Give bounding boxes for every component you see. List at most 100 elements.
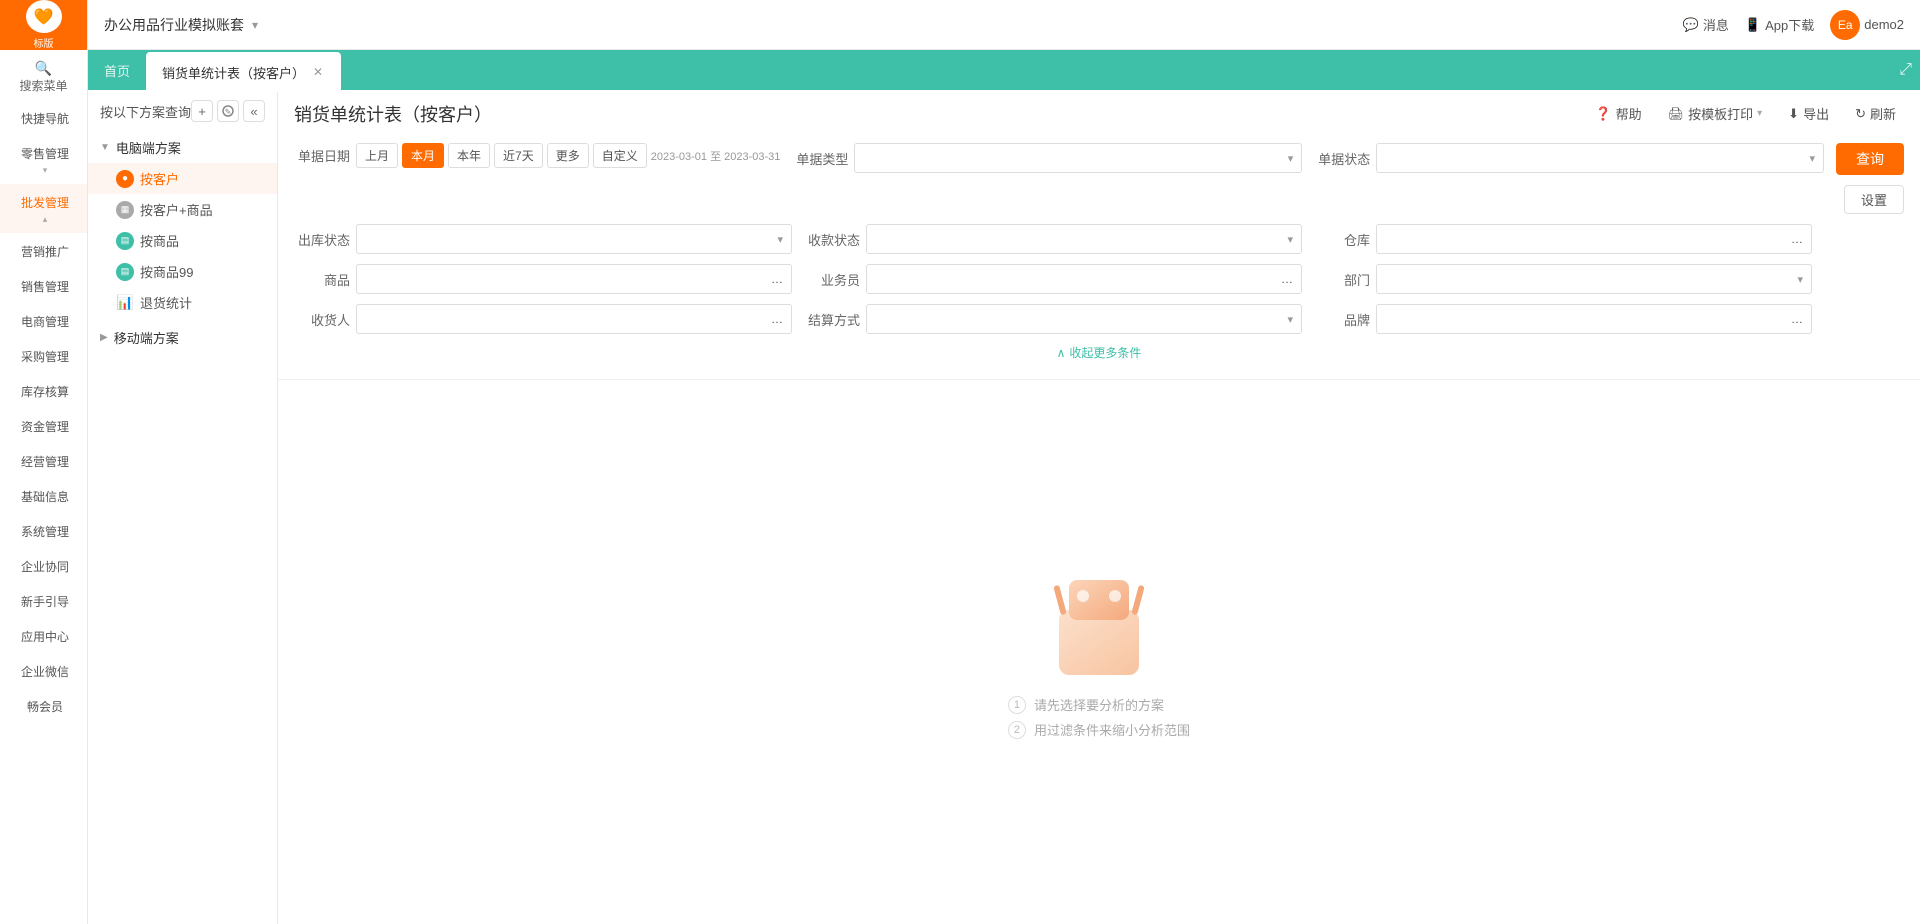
sidebar-item-operations[interactable]: 经营管理	[0, 443, 87, 478]
doc-type-select[interactable]: ▾	[854, 143, 1302, 173]
sidebar-item-shortcut[interactable]: 快捷导航	[0, 100, 87, 135]
header-left: 办公用品行业模拟账套 ▾	[104, 15, 258, 35]
scheme-group-desktop-label: 电脑端方案	[116, 138, 181, 157]
sidebar-item-newbie[interactable]: 新手引导	[0, 583, 87, 618]
sidebar-item-marketing[interactable]: 营销推广	[0, 233, 87, 268]
product-input[interactable]: …	[356, 264, 792, 294]
scheme-item-by-product-99[interactable]: ▤ 按商品99	[88, 256, 277, 287]
receipt-status-select[interactable]: ▾	[866, 224, 1302, 254]
doc-status-label: 单据状态	[1314, 149, 1370, 168]
avatar[interactable]: Ea	[1830, 10, 1860, 40]
search-menu[interactable]: 🔍 搜索菜单	[0, 50, 87, 100]
empty-tip-1: 1 请先选择要分析的方案	[1008, 695, 1190, 714]
query-btn-group: 查询 设置	[1836, 143, 1904, 214]
message-action[interactable]: 💬 消息	[1683, 15, 1729, 34]
scheme-item-by-customer-product[interactable]: ▦ 按客户+商品	[88, 194, 277, 225]
scheme-edit-btn[interactable]: ✎	[217, 100, 239, 122]
settlement-label: 结算方式	[804, 310, 860, 329]
app-download-action[interactable]: 📱 App下载	[1745, 15, 1814, 34]
top-header: 办公用品行业模拟账套 ▾ 💬 消息 📱 App下载 Ea demo2	[88, 0, 1920, 50]
scheme-item-by-customer[interactable]: ● 按客户	[88, 163, 277, 194]
brand-input[interactable]: …	[1376, 304, 1812, 334]
sidebar-item-finance[interactable]: 资金管理	[0, 408, 87, 443]
department-chevron: ▾	[1797, 273, 1803, 286]
message-icon: 💬	[1683, 17, 1699, 33]
main-area: 办公用品行业模拟账套 ▾ 💬 消息 📱 App下载 Ea demo2 首页	[88, 0, 1920, 924]
sidebar-item-enterprise[interactable]: 企业协同	[0, 548, 87, 583]
tab-close-icon[interactable]: ✕	[311, 63, 325, 81]
print-btn[interactable]: 🖨 按模板打印 ▾	[1660, 100, 1771, 127]
scheme-add-btn[interactable]: +	[191, 100, 213, 122]
svg-text:✎: ✎	[225, 108, 232, 117]
out-status-select[interactable]: ▾	[356, 224, 792, 254]
sidebar-item-system[interactable]: 系统管理	[0, 513, 87, 548]
scheme-item-icon-customer-product: ▦	[116, 201, 134, 219]
receiver-input[interactable]: …	[356, 304, 792, 334]
empty-state: 1 请先选择要分析的方案 2 用过滤条件来缩小分析范围	[278, 380, 1920, 924]
app-download-icon: 📱	[1745, 17, 1761, 33]
date-btn-this-month[interactable]: 本月	[402, 143, 444, 168]
department-select[interactable]: ▾	[1376, 264, 1812, 294]
scheme-item-by-product[interactable]: ▤ 按商品	[88, 225, 277, 256]
date-btn-last-month[interactable]: 上月	[356, 143, 398, 168]
page-title-bar: 销货单统计表（按客户） ❓ 帮助 🖨 按模板打印 ▾ ⬇ 导出	[278, 90, 1920, 131]
date-btn-more[interactable]: 更多	[547, 143, 589, 168]
sidebar: 🧡 标版 🔍 搜索菜单 快捷导航 零售管理 ▾ 批发管理 ▴ 营销推广 销售管理…	[0, 0, 88, 924]
sidebar-item-purchase[interactable]: 采购管理	[0, 338, 87, 373]
product-dots[interactable]: …	[771, 272, 783, 286]
receiver-dots[interactable]: …	[771, 312, 783, 326]
salesperson-dots[interactable]: …	[1281, 272, 1293, 286]
sidebar-item-member[interactable]: 畅会员	[0, 688, 87, 723]
sidebar-item-wholesale[interactable]: 批发管理 ▴	[0, 184, 87, 233]
logo-text: 标版	[34, 35, 54, 50]
sidebar-item-inventory[interactable]: 库存核算	[0, 373, 87, 408]
query-button[interactable]: 查询	[1836, 143, 1904, 175]
user-action[interactable]: Ea demo2	[1830, 10, 1904, 40]
date-btn-last-7[interactable]: 近7天	[494, 143, 543, 168]
export-btn[interactable]: ⬇ 导出	[1780, 100, 1837, 127]
refresh-btn[interactable]: ↻ 刷新	[1847, 100, 1904, 127]
scheme-group-mobile-header[interactable]: ▶ 移动端方案	[88, 322, 277, 353]
help-icon: ❓	[1595, 106, 1611, 122]
print-icon: 🖨	[1668, 106, 1685, 122]
date-btn-custom[interactable]: 自定义	[593, 143, 647, 168]
scheme-panel-title: 按以下方案查询	[100, 102, 191, 121]
warehouse-label: 仓库	[1314, 230, 1370, 249]
salesperson-label: 业务员	[804, 270, 860, 289]
settlement-select[interactable]: ▾	[866, 304, 1302, 334]
salesperson-input[interactable]: …	[866, 264, 1302, 294]
scheme-item-by-customer-product-label: 按客户+商品	[140, 200, 213, 219]
scheme-item-return-stats[interactable]: 📊 退货统计	[88, 287, 277, 318]
date-btn-this-year[interactable]: 本年	[448, 143, 490, 168]
illustration-arm-right	[1131, 585, 1145, 616]
tab-bar: 首页 销货单统计表（按客户） ✕ ⤢	[88, 50, 1920, 90]
right-content: 销货单统计表（按客户） ❓ 帮助 🖨 按模板打印 ▾ ⬇ 导出	[278, 90, 1920, 924]
print-dropdown-icon[interactable]: ▾	[1757, 108, 1762, 119]
warehouse-input[interactable]: …	[1376, 224, 1812, 254]
sidebar-item-basic[interactable]: 基础信息	[0, 478, 87, 513]
sidebar-item-ecom[interactable]: 电商管理	[0, 303, 87, 338]
collapse-bar[interactable]: ∧ 收起更多条件	[294, 338, 1904, 367]
tab-maximize-icon[interactable]: ⤢	[1899, 61, 1912, 79]
tab-sales-stats[interactable]: 销货单统计表（按客户） ✕	[146, 52, 341, 92]
receiver-label: 收货人	[294, 310, 350, 329]
brand-dots[interactable]: …	[1791, 312, 1803, 326]
header-dropdown-icon[interactable]: ▾	[252, 18, 258, 32]
sidebar-item-sales[interactable]: 销售管理	[0, 268, 87, 303]
sidebar-item-appcenter[interactable]: 应用中心	[0, 618, 87, 653]
doc-status-select[interactable]: ▾	[1376, 143, 1824, 173]
sidebar-item-retail[interactable]: 零售管理 ▾	[0, 135, 87, 184]
warehouse-dots[interactable]: …	[1791, 232, 1803, 246]
sidebar-item-corpwx[interactable]: 企业微信	[0, 653, 87, 688]
tip-text-1: 请先选择要分析的方案	[1034, 695, 1164, 714]
department-label: 部门	[1314, 270, 1370, 289]
tab-home[interactable]: 首页	[88, 50, 146, 90]
settings-button[interactable]: 设置	[1844, 185, 1904, 214]
scheme-item-icon-return: 📊	[116, 294, 134, 312]
scheme-collapse-btn[interactable]: «	[243, 100, 265, 122]
scheme-group-desktop-header[interactable]: ▼ 电脑端方案	[88, 132, 277, 163]
help-btn[interactable]: ❓ 帮助	[1587, 100, 1649, 127]
out-status-chevron: ▾	[777, 233, 783, 246]
page-title: 销货单统计表（按客户）	[294, 101, 492, 127]
app-logo[interactable]: 🧡 标版	[0, 0, 87, 50]
